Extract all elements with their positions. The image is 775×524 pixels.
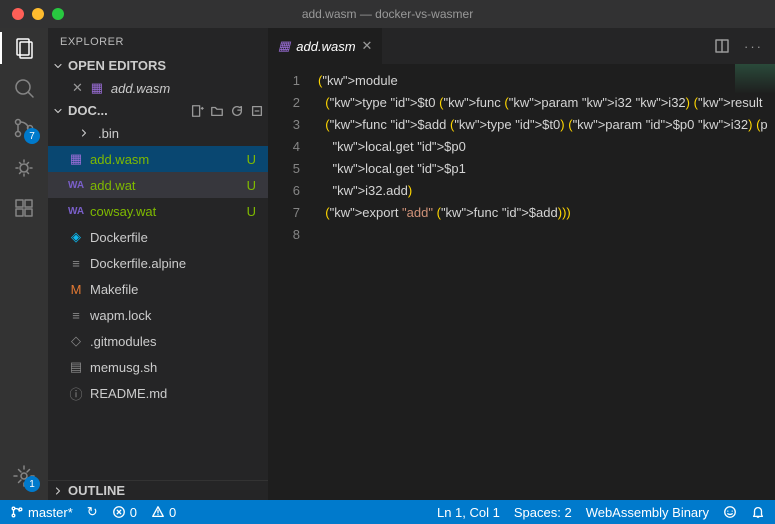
minimap[interactable] bbox=[735, 64, 775, 94]
open-editor-name: add.wasm bbox=[111, 81, 170, 96]
file-name: Makefile bbox=[90, 282, 138, 297]
status-bar: master* ↻ 0 0 Ln 1, Col 1 Spaces: 2 WebA… bbox=[0, 500, 775, 524]
explorer-icon[interactable] bbox=[12, 36, 36, 60]
debug-icon[interactable] bbox=[12, 156, 36, 180]
folder-icon bbox=[76, 127, 92, 139]
folder-actions bbox=[190, 104, 264, 118]
chevron-down-icon bbox=[52, 60, 64, 72]
gear-badge: 1 bbox=[24, 476, 40, 492]
file-name: wapm.lock bbox=[90, 308, 151, 323]
wasm-file-icon: ▦ bbox=[89, 80, 105, 96]
more-icon[interactable]: ··· bbox=[744, 39, 763, 54]
tree-item[interactable]: M Makefile bbox=[48, 276, 268, 302]
wa-icon: WA bbox=[68, 180, 84, 191]
file-name: Dockerfile bbox=[90, 230, 148, 245]
md-icon: ⓘ bbox=[68, 384, 84, 403]
file-icon: ≡ bbox=[68, 308, 84, 323]
file-name: README.md bbox=[90, 386, 167, 401]
tree-item[interactable]: ◈ Dockerfile bbox=[48, 224, 268, 250]
chevron-down-icon bbox=[52, 105, 64, 117]
outline-header[interactable]: OUTLINE bbox=[48, 480, 268, 500]
open-editors-header[interactable]: OPEN EDITORS bbox=[48, 56, 268, 75]
settings-gear-icon[interactable]: 1 bbox=[12, 464, 36, 488]
file-icon: ≡ bbox=[68, 256, 84, 271]
window-title: add.wasm — docker-vs-wasmer bbox=[302, 7, 473, 21]
new-folder-icon[interactable] bbox=[210, 104, 224, 118]
code-area[interactable]: 12345678 ("kw">module ("kw">type "id">$t… bbox=[268, 64, 775, 500]
close-icon[interactable]: ✕ bbox=[72, 80, 83, 96]
minimize-window[interactable] bbox=[32, 8, 44, 20]
activity-bar: 7 1 bbox=[0, 28, 48, 500]
chevron-right-icon bbox=[52, 485, 64, 497]
titlebar: add.wasm — docker-vs-wasmer bbox=[0, 0, 775, 28]
warnings-indicator[interactable]: 0 bbox=[151, 505, 176, 520]
make-icon: M bbox=[68, 282, 84, 297]
search-icon[interactable] bbox=[12, 76, 36, 100]
wasm-icon: ▦ bbox=[68, 151, 84, 167]
file-name: add.wasm bbox=[90, 152, 149, 167]
scm-badge: 7 bbox=[24, 128, 40, 144]
tab-label: add.wasm bbox=[296, 39, 355, 54]
branch-indicator[interactable]: master* bbox=[10, 505, 73, 520]
split-editor-icon[interactable] bbox=[714, 38, 730, 54]
sidebar: EXPLORER OPEN EDITORS ✕ ▦ add.wasm DOC..… bbox=[48, 28, 268, 500]
open-editors-label: OPEN EDITORS bbox=[68, 58, 166, 73]
sh-icon: ▤ bbox=[68, 359, 84, 375]
tree-item[interactable]: ≡ Dockerfile.alpine bbox=[48, 250, 268, 276]
file-name: cowsay.wat bbox=[90, 204, 156, 219]
line-numbers: 12345678 bbox=[268, 70, 318, 500]
tab-bar: ▦ add.wasm ✕ ··· bbox=[268, 28, 775, 64]
tab-add-wasm[interactable]: ▦ add.wasm ✕ bbox=[268, 28, 382, 64]
tree-item[interactable]: WAcowsay.watU bbox=[48, 198, 268, 224]
indentation[interactable]: Spaces: 2 bbox=[514, 505, 572, 520]
close-tab-icon[interactable]: ✕ bbox=[362, 38, 373, 54]
close-window[interactable] bbox=[12, 8, 24, 20]
file-name: .gitmodules bbox=[90, 334, 156, 349]
cursor-position[interactable]: Ln 1, Col 1 bbox=[437, 505, 500, 520]
extensions-icon[interactable] bbox=[12, 196, 36, 220]
file-name: .bin bbox=[98, 126, 119, 141]
collapse-icon[interactable] bbox=[250, 104, 264, 118]
file-name: memusg.sh bbox=[90, 360, 157, 375]
code-lines[interactable]: ("kw">module ("kw">type "id">$t0 ("kw">f… bbox=[318, 70, 775, 500]
sidebar-title: EXPLORER bbox=[48, 28, 268, 56]
editor-actions: ··· bbox=[714, 28, 775, 64]
git-icon: ◇ bbox=[68, 333, 84, 349]
open-editor-item[interactable]: ✕ ▦ add.wasm bbox=[48, 75, 268, 101]
feedback-icon[interactable] bbox=[723, 505, 737, 519]
outline-label: OUTLINE bbox=[68, 483, 125, 498]
language-mode[interactable]: WebAssembly Binary bbox=[586, 505, 709, 520]
tree-item[interactable]: ◇ .gitmodules bbox=[48, 328, 268, 354]
tree-item[interactable]: ⓘ README.md bbox=[48, 380, 268, 406]
tree-item[interactable]: ≡ wapm.lock bbox=[48, 302, 268, 328]
folder-header[interactable]: DOC... bbox=[48, 101, 268, 120]
file-name: Dockerfile.alpine bbox=[90, 256, 186, 271]
folder-label: DOC... bbox=[68, 103, 108, 118]
new-file-icon[interactable] bbox=[190, 104, 204, 118]
notifications-icon[interactable] bbox=[751, 505, 765, 519]
refresh-icon[interactable] bbox=[230, 104, 244, 118]
main: 7 1 EXPLORER OPEN EDITORS ✕ ▦ add.wasm D… bbox=[0, 28, 775, 500]
wa-icon: WA bbox=[68, 206, 84, 217]
wasm-file-icon: ▦ bbox=[278, 38, 290, 54]
tree-item[interactable]: .bin bbox=[48, 120, 268, 146]
file-name: add.wat bbox=[90, 178, 136, 193]
maximize-window[interactable] bbox=[52, 8, 64, 20]
tree-item[interactable]: WAadd.watU bbox=[48, 172, 268, 198]
traffic-lights bbox=[0, 8, 64, 20]
docker-icon: ◈ bbox=[68, 229, 84, 245]
source-control-icon[interactable]: 7 bbox=[12, 116, 36, 140]
tree-item[interactable]: ▦add.wasmU bbox=[48, 146, 268, 172]
editor: ▦ add.wasm ✕ ··· 12345678 ("kw">module (… bbox=[268, 28, 775, 500]
file-tree: .bin▦add.wasmUWAadd.watUWAcowsay.watU◈Do… bbox=[48, 120, 268, 480]
sync-indicator[interactable]: ↻ bbox=[87, 504, 98, 520]
errors-indicator[interactable]: 0 bbox=[112, 505, 137, 520]
tree-item[interactable]: ▤ memusg.sh bbox=[48, 354, 268, 380]
